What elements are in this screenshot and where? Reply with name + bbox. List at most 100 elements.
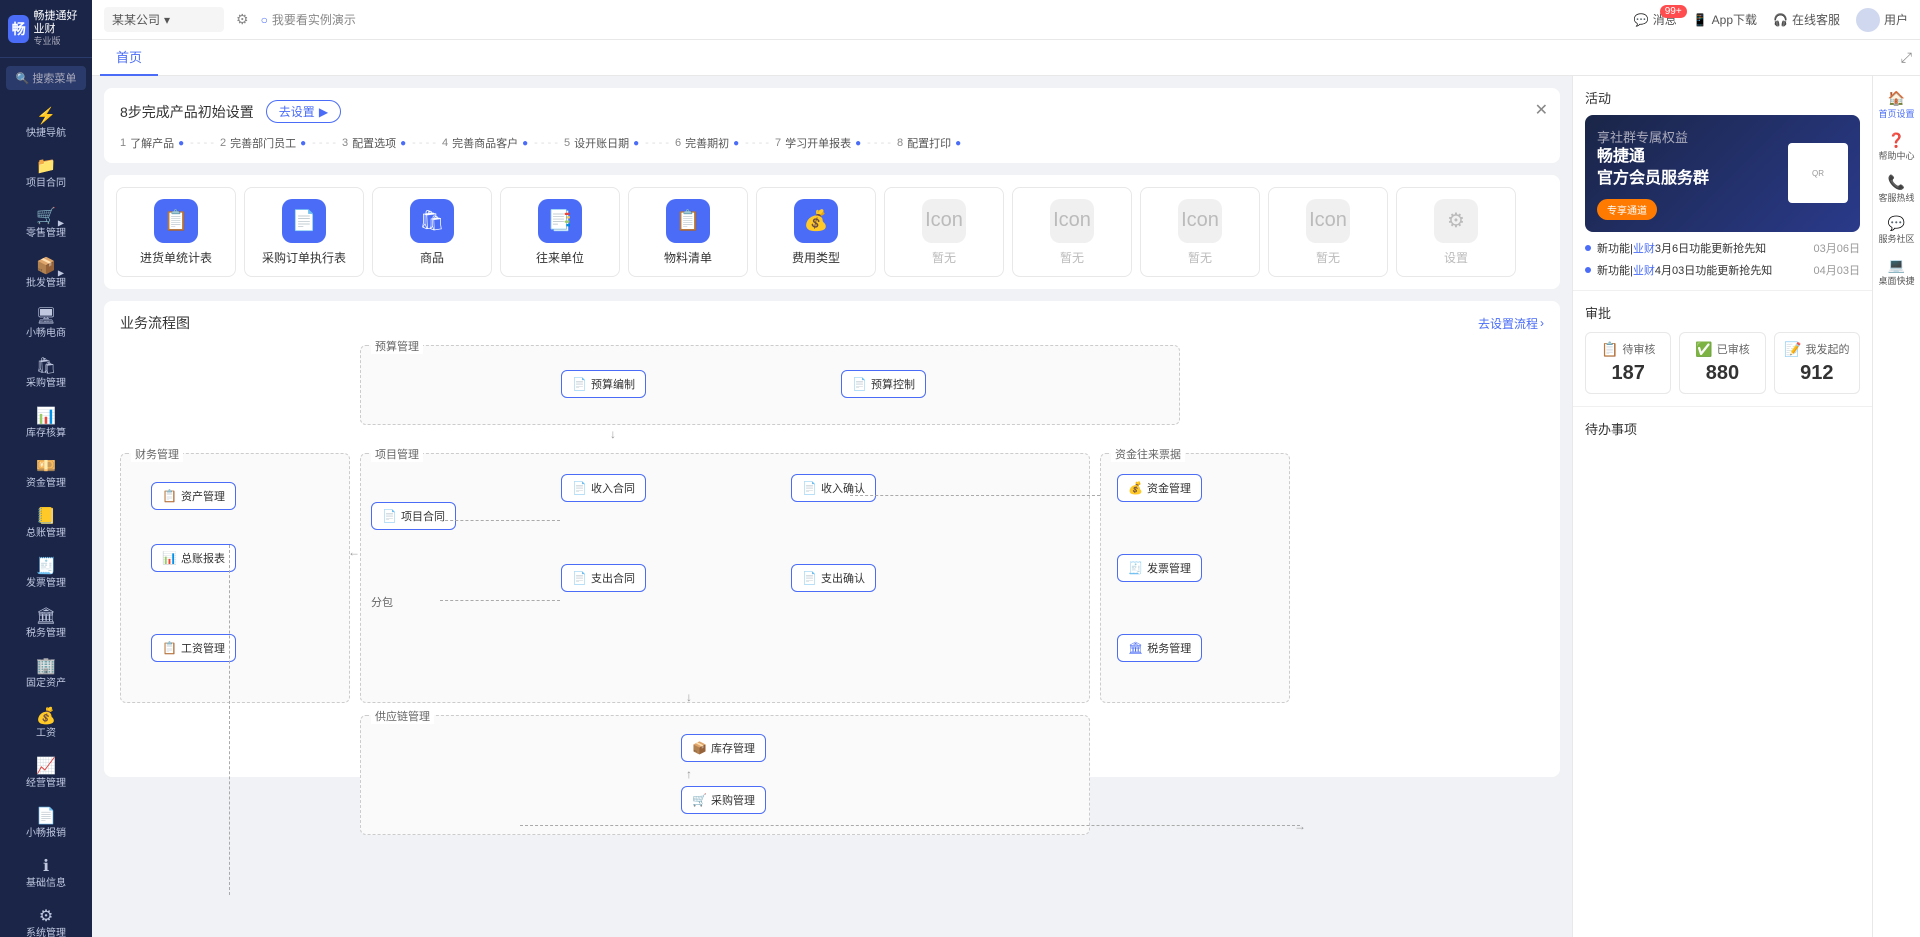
tab-home[interactable]: 首页 [100, 40, 158, 76]
nav-icon-11: 🏢 [36, 656, 56, 676]
ledger-report-node[interactable]: 📊总账报表 [151, 544, 236, 572]
quick-card-9[interactable]: Icon 暂无 [1268, 187, 1388, 277]
sidebar-item-0[interactable]: ⚡快捷导航 [22, 98, 70, 148]
far-right-nav: 🏠 首页设置 ❓ 帮助中心 📞 客服热线 💬 服务社区 💻 桌面快捷 [1872, 76, 1920, 937]
project-contract-node[interactable]: 📄项目合同 [371, 502, 456, 530]
sidebar-item-12[interactable]: 💰工资 [22, 698, 70, 748]
setup-close-button[interactable]: ✕ [1535, 100, 1548, 120]
sidebar-item-14[interactable]: 📄小畅报销 [22, 798, 70, 848]
logo-text: 畅捷通好业财 专业版 [33, 10, 84, 47]
online-service-button[interactable]: 🎧 在线客服 [1773, 11, 1840, 28]
far-nav-item-4[interactable]: 💻 桌面快捷 [1874, 251, 1918, 293]
supply-group-label: 供应链管理 [371, 708, 434, 724]
quick-card-0[interactable]: 📋 进货单统计表 [116, 187, 236, 277]
arrow-right-end: → [1294, 819, 1306, 833]
sidebar-item-1[interactable]: 📁项目合同 [22, 148, 70, 198]
dashed-project-expense [440, 600, 560, 601]
payroll-mgmt-node[interactable]: 📋工资管理 [151, 634, 236, 662]
app-download-button[interactable]: 📱 App下载 [1693, 11, 1757, 28]
quick-card-8[interactable]: Icon 暂无 [1140, 187, 1260, 277]
arrow-purchase-up: ↑ [686, 767, 692, 781]
company-selector[interactable]: 某某公司 ▾ [104, 7, 224, 32]
sidebar-item-10[interactable]: 🏛税务管理 [22, 598, 70, 648]
quick-label-5: 费用类型 [792, 249, 840, 266]
quick-card-1[interactable]: 📄 采购订单执行表 [244, 187, 364, 277]
banner-sub: 享社群专属权益 [1597, 127, 1709, 146]
nav-icon-12: 💰 [36, 706, 56, 726]
app-logo: 畅 畅捷通好业财 专业版 [0, 0, 92, 58]
quick-card-2[interactable]: 🛍 商品 [372, 187, 492, 277]
far-nav-item-0[interactable]: 🏠 首页设置 [1874, 84, 1918, 126]
user-menu[interactable]: 用户 [1856, 8, 1908, 32]
sidebar-item-6[interactable]: 📊库存核算 [22, 398, 70, 448]
quick-card-6[interactable]: Icon 暂无 [884, 187, 1004, 277]
income-confirm-node[interactable]: 📄收入确认 [791, 474, 876, 502]
quick-card-3[interactable]: 📑 往来单位 [500, 187, 620, 277]
join-button[interactable]: 专享通道 [1597, 199, 1657, 220]
flow-settings-link[interactable]: 去设置流程 › [1478, 315, 1544, 332]
quick-card-4[interactable]: 📋 物料清单 [628, 187, 748, 277]
nav-icon-3: 📦 [36, 256, 56, 276]
far-nav-item-3[interactable]: 💬 服务社区 [1874, 209, 1918, 251]
tax-mgmt-node[interactable]: 🏛税务管理 [1117, 634, 1202, 662]
fullscreen-button[interactable]: ⤢ [1901, 49, 1912, 66]
news-dot-0 [1585, 245, 1591, 251]
sidebar-item-9[interactable]: 🧾发票管理 [22, 548, 70, 598]
sidebar-item-5[interactable]: 🛍采购管理 [22, 348, 70, 398]
nav-icon-15: ℹ [43, 856, 49, 876]
budget-control-node[interactable]: 📄预算控制 [841, 370, 926, 398]
sidebar-item-16[interactable]: ⚙系统管理 [22, 898, 70, 937]
qr-code: QR [1788, 143, 1848, 203]
purchase-mgmt-node[interactable]: 🛒采购管理 [681, 786, 766, 814]
approval-label-1: 已审核 [1717, 341, 1750, 357]
message-icon: 💬 [1634, 13, 1649, 27]
quick-icon-5: 💰 [794, 199, 838, 243]
main-area: 某某公司 ▾ ⚙ ○ 我要看实例演示 💬 消息 99+ 📱 App下载 🎧 在线… [92, 0, 1920, 937]
far-nav-icon-4: 💻 [1888, 257, 1905, 274]
quick-icon-1: 📄 [282, 199, 326, 243]
sidebar-item-8[interactable]: 📒总账管理 [22, 498, 70, 548]
sidebar-item-3[interactable]: 📦批发管理▶ [22, 248, 70, 298]
nav-icon-10: 🏛 [36, 606, 56, 626]
expense-confirm-node[interactable]: 📄支出确认 [791, 564, 876, 592]
news-item-1[interactable]: 新功能|业财4月03日功能更新抢先知 04月03日 [1585, 262, 1860, 278]
demo-link[interactable]: ○ 我要看实例演示 [261, 11, 356, 28]
nav-label-9: 发票管理 [26, 578, 66, 590]
expense-contract-node[interactable]: 📄支出合同 [561, 564, 646, 592]
sidebar-item-15[interactable]: ℹ基础信息 [22, 848, 70, 898]
sidebar-item-13[interactable]: 📈经营管理 [22, 748, 70, 798]
inventory-mgmt-node[interactable]: 📦库存管理 [681, 734, 766, 762]
nav-label-2: 零售管理 [26, 228, 66, 240]
sidebar-item-4[interactable]: 🖥小畅电商 [22, 298, 70, 348]
quick-card-5[interactable]: 💰 费用类型 [756, 187, 876, 277]
step-6: 7学习开单报表 ● [775, 135, 861, 151]
arrow-supply-down: ↓ [686, 690, 692, 704]
asset-mgmt-node[interactable]: 📋资产管理 [151, 482, 236, 510]
budget-compile-node[interactable]: 📄预算编制 [561, 370, 646, 398]
far-nav-icon-3: 💬 [1888, 215, 1905, 232]
sidebar-item-7[interactable]: 💴资金管理 [22, 448, 70, 498]
quick-card-10[interactable]: ⚙ 设置 [1396, 187, 1516, 277]
far-nav-item-2[interactable]: 📞 客服热线 [1874, 168, 1918, 210]
sidebar-item-11[interactable]: 🏢固定资产 [22, 648, 70, 698]
fund-mgmt-node[interactable]: 💰资金管理 [1117, 474, 1202, 502]
message-button[interactable]: 💬 消息 99+ [1634, 11, 1677, 28]
invoice-mgmt-node[interactable]: 🧾发票管理 [1117, 554, 1202, 582]
search-menu[interactable]: 🔍 搜索菜单 [6, 66, 86, 90]
quick-icon-8: Icon [1178, 199, 1222, 243]
nav-icon-13: 📈 [36, 756, 56, 776]
sidebar-item-2[interactable]: 🛒零售管理▶ [22, 198, 70, 248]
approval-card-0[interactable]: 📋 待审核 187 [1585, 332, 1671, 394]
income-contract-node[interactable]: 📄收入合同 [561, 474, 646, 502]
activity-section: 活动 享社群专属权益 畅捷通 官方会员服务群 专享通道 [1573, 76, 1872, 291]
settings-icon[interactable]: ⚙ [236, 11, 249, 28]
far-nav-item-1[interactable]: ❓ 帮助中心 [1874, 126, 1918, 168]
news-date-1: 04月03日 [1814, 262, 1860, 278]
project-icon: 📄 [382, 509, 397, 523]
finance-group: 财务管理 📋资产管理 📊总账报表 📋工资管理 [120, 453, 350, 703]
approval-card-1[interactable]: ✅ 已审核 880 [1679, 332, 1765, 394]
news-item-0[interactable]: 新功能|业财3月6日功能更新抢先知 03月06日 [1585, 240, 1860, 256]
go-settings-button[interactable]: 去设置 ▶ [266, 100, 341, 123]
approval-card-2[interactable]: 📝 我发起的 912 [1774, 332, 1860, 394]
quick-card-7[interactable]: Icon 暂无 [1012, 187, 1132, 277]
